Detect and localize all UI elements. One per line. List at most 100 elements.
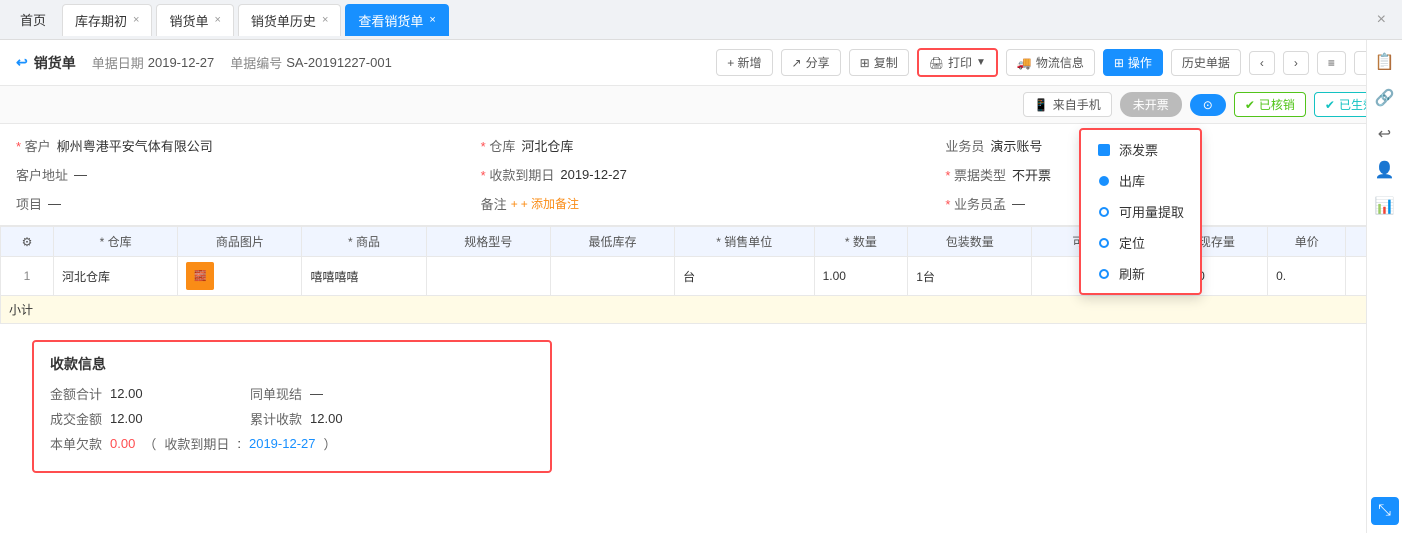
address-value: — [74,167,87,182]
menu-item-refresh[interactable]: 刷新 [1081,258,1200,289]
cumulative-label: 累计收款 [250,409,302,428]
row-product-img: 🧱 [178,257,302,296]
menu-item-outbound[interactable]: 出库 [1081,165,1200,196]
operation-button[interactable]: ⊞ 操作 [1103,49,1163,76]
operation-label: 操作 [1128,54,1152,71]
transaction-item: 成交金额 12.00 [50,409,210,428]
next-icon: › [1294,56,1298,70]
row-spec [426,257,550,296]
ticket-type-value: 不开票 [1012,165,1051,184]
tab-inventory[interactable]: 库存期初 × [62,4,152,36]
available-qty-label: 可用量提取 [1119,202,1184,221]
doc-type-icon: ↩ [16,54,28,71]
operations-dropdown: 添发票 出库 可用量提取 定位 刷新 [1079,128,1202,295]
from-mobile-button[interactable]: 📱 来自手机 [1023,92,1112,117]
date-label: 单据日期 2019-12-27 [92,53,215,72]
due-date-value: 2019-12-27 [249,436,316,451]
due-date-bracket-close: ） [323,434,336,453]
col-unit: * 销售单位 [675,227,815,257]
col-image: 商品图片 [178,227,302,257]
date-value: 2019-12-27 [148,55,215,70]
effective-icon: ✔ [1325,98,1335,112]
col-min-stock: 最低库存 [550,227,674,257]
payment-row-2: 成交金额 12.00 累计收款 12.00 [50,409,534,428]
not-open-button[interactable]: 未开票 [1120,92,1182,117]
complete-button[interactable]: ⊙ [1190,94,1226,116]
sidebar-icon-return[interactable]: ↩ [1371,120,1399,148]
sold-out-button[interactable]: ✔ 已核销 [1234,92,1306,117]
plus-icon: + [511,197,518,211]
toolbar: + 新增 ↗ 分享 ⊞ 复制 🖨 打印 ▼ 🚚 物流信息 [716,48,1386,77]
not-open-label: 未开票 [1133,96,1169,113]
tab-view-sales[interactable]: 查看销货单 × [345,4,448,36]
sidebar-icon-user[interactable]: 👤 [1371,156,1399,184]
prev-button[interactable]: ‹ [1249,51,1275,75]
warehouse-value: 河北仓库 [521,136,573,155]
tab-sales-close[interactable]: × [214,14,220,26]
total-amount-item: 金额合计 12.00 [50,384,210,403]
row-price: 0. [1268,257,1346,296]
main-content: ↩ 销货单 单据日期 2019-12-27 单据编号 SA-20191227-0… [0,40,1402,533]
number-label-text: 单据编号 [230,53,282,72]
history-button[interactable]: 历史单据 [1171,49,1241,76]
business-staff-label: 业务员孟 [945,194,1006,213]
add-note-button[interactable]: + + 添加备注 [511,195,579,212]
sidebar-icon-expand[interactable]: ⤡ [1371,497,1399,525]
cumulative-item: 累计收款 12.00 [250,409,410,428]
tab-view-sales-close[interactable]: × [429,14,435,26]
row-unit: 台 [675,257,815,296]
copy-label: 复制 [874,54,898,71]
due-date-bracket: （ [143,434,156,453]
staff-value: 演示账号 [990,136,1042,155]
new-button[interactable]: + 新增 [716,49,772,76]
col-spec: 规格型号 [426,227,550,257]
settlement-value: — [310,386,323,401]
project-field: 项目 — [16,194,457,213]
copy-button[interactable]: ⊞ 复制 [849,49,909,76]
col-settings[interactable]: ⚙ [1,227,54,257]
row-number: 1 [1,257,54,296]
ticket-type-label: 票据类型 [945,165,1006,184]
action-bar: 📱 来自手机 未开票 ⊙ ✔ 已核销 ✔ 已生效 [0,86,1402,124]
tab-home[interactable]: 首页 [8,4,58,36]
customer-value: 柳州粤港平安气体有限公司 [57,136,213,155]
logistics-button[interactable]: 🚚 物流信息 [1006,49,1095,76]
tab-sales-label: 销货单 [169,11,208,30]
right-sidebar: 📋 🔗 ↩ 👤 📊 ⤡ [1366,40,1402,533]
number-label: 单据编号 SA-20191227-001 [230,53,392,72]
note-label: 备注 [481,194,507,213]
tab-sales-history-label: 销货单历史 [251,11,316,30]
payment-section: 收款信息 金额合计 12.00 同单现结 — 成交金额 12.00 [0,324,1402,489]
tab-home-label: 首页 [20,10,46,29]
menu-item-available-qty[interactable]: 可用量提取 [1081,196,1200,227]
payment-title: 收款信息 [50,354,534,374]
print-button[interactable]: 🖨 打印 ▼ [917,48,998,77]
payment-info-box: 收款信息 金额合计 12.00 同单现结 — 成交金额 12.00 [32,340,552,473]
sidebar-icon-chart[interactable]: 📊 [1371,192,1399,220]
list-view-button[interactable]: ≡ [1317,51,1346,75]
tab-sales-history[interactable]: 销货单历史 × [238,4,341,36]
payment-date-label: 收款到期日 [481,165,555,184]
tab-sales[interactable]: 销货单 × [156,4,233,36]
menu-item-locate[interactable]: 定位 [1081,227,1200,258]
next-button[interactable]: › [1283,51,1309,75]
product-image: 🧱 [186,262,214,290]
col-price: 单价 [1268,227,1346,257]
mobile-icon: 📱 [1034,98,1049,112]
logistics-label: 物流信息 [1036,54,1084,71]
sidebar-icon-link[interactable]: 🔗 [1371,84,1399,112]
menu-item-add-invoice[interactable]: 添发票 [1081,134,1200,165]
warehouse-label: 仓库 [481,136,516,155]
share-button[interactable]: ↗ 分享 [781,49,841,76]
window-close-button[interactable]: × [1369,7,1394,33]
total-value: 12.00 [110,386,143,401]
col-product: * 商品 [302,227,426,257]
tab-inventory-close[interactable]: × [133,14,139,26]
settlement-item: 同单现结 — [250,384,410,403]
business-staff-value: — [1012,196,1025,211]
tab-sales-history-close[interactable]: × [322,14,328,26]
sidebar-icon-clipboard[interactable]: 📋 [1371,48,1399,76]
customer-field: 客户 柳州粤港平安气体有限公司 [16,136,457,155]
number-value: SA-20191227-001 [286,55,392,70]
sold-out-label: 已核销 [1259,96,1295,113]
